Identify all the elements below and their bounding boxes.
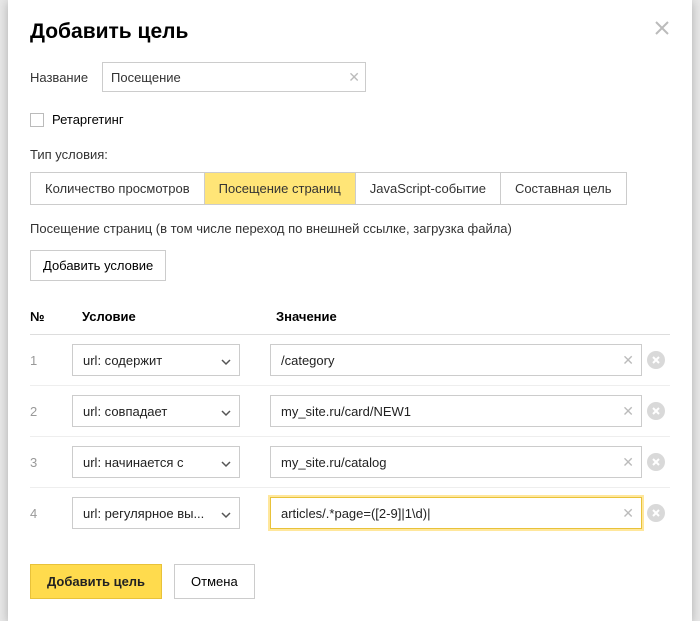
table-row: 4 url: регулярное вы... ✕ <box>30 488 670 539</box>
tab-views[interactable]: Количество просмотров <box>31 173 205 204</box>
tab-pages[interactable]: Посещение страниц <box>205 173 356 204</box>
name-row: Название ✕ <box>30 62 670 92</box>
table-row: 2 url: совпадает ✕ <box>30 386 670 437</box>
retargeting-label: Ретаргетинг <box>52 112 124 127</box>
value-input[interactable] <box>270 497 642 529</box>
chevron-down-icon <box>221 457 231 467</box>
row-number: 2 <box>30 386 72 437</box>
cancel-button[interactable]: Отмена <box>174 564 255 599</box>
col-header-condition: Условие <box>72 309 270 335</box>
value-input[interactable] <box>270 344 642 376</box>
condition-type-select[interactable]: url: регулярное вы... <box>72 497 240 529</box>
col-header-value: Значение <box>270 309 642 335</box>
delete-row-icon[interactable] <box>647 504 665 522</box>
name-input[interactable] <box>102 62 366 92</box>
condition-type-value: url: совпадает <box>83 404 167 419</box>
tab-composite[interactable]: Составная цель <box>501 173 626 204</box>
clear-value-icon[interactable]: ✕ <box>622 404 634 418</box>
condition-type-tabs: Количество просмотров Посещение страниц … <box>30 172 627 205</box>
clear-value-icon[interactable]: ✕ <box>622 353 634 367</box>
chevron-down-icon <box>221 406 231 416</box>
name-label: Название <box>30 70 102 85</box>
condition-type-label: Тип условия: <box>30 147 670 162</box>
condition-type-select[interactable]: url: начинается с <box>72 446 240 478</box>
table-row: 1 url: содержит ✕ <box>30 335 670 386</box>
table-row: 3 url: начинается с ✕ <box>30 437 670 488</box>
retargeting-checkbox[interactable] <box>30 113 44 127</box>
add-condition-button[interactable]: Добавить условие <box>30 250 166 281</box>
clear-value-icon[interactable]: ✕ <box>622 455 634 469</box>
dialog-footer: Добавить цель Отмена <box>30 564 670 599</box>
tab-js-event[interactable]: JavaScript-событие <box>356 173 501 204</box>
delete-row-icon[interactable] <box>647 351 665 369</box>
value-input-wrap: ✕ <box>270 497 642 529</box>
chevron-down-icon <box>221 508 231 518</box>
chevron-down-icon <box>221 355 231 365</box>
clear-name-icon[interactable]: ✕ <box>348 70 360 84</box>
value-input[interactable] <box>270 446 642 478</box>
condition-type-value: url: содержит <box>83 353 162 368</box>
row-number: 1 <box>30 335 72 386</box>
submit-button[interactable]: Добавить цель <box>30 564 162 599</box>
condition-type-select[interactable]: url: совпадает <box>72 395 240 427</box>
add-goal-dialog: Добавить цель Название ✕ Ретаргетинг Тип… <box>8 0 692 621</box>
value-input-wrap: ✕ <box>270 395 642 427</box>
condition-type-value: url: регулярное вы... <box>83 506 204 521</box>
close-icon[interactable] <box>652 18 672 38</box>
clear-value-icon[interactable]: ✕ <box>622 506 634 520</box>
name-input-wrap: ✕ <box>102 62 366 92</box>
value-input-wrap: ✕ <box>270 344 642 376</box>
value-input-wrap: ✕ <box>270 446 642 478</box>
row-number: 3 <box>30 437 72 488</box>
condition-description: Посещение страниц (в том числе переход п… <box>30 221 670 236</box>
dialog-title: Добавить цель <box>30 20 670 44</box>
row-number: 4 <box>30 488 72 539</box>
col-header-num: № <box>30 309 72 335</box>
delete-row-icon[interactable] <box>647 402 665 420</box>
condition-type-select[interactable]: url: содержит <box>72 344 240 376</box>
value-input[interactable] <box>270 395 642 427</box>
retargeting-row: Ретаргетинг <box>30 112 670 127</box>
conditions-table: № Условие Значение 1 url: содержит ✕ 2 url: … <box>30 309 670 538</box>
delete-row-icon[interactable] <box>647 453 665 471</box>
condition-type-value: url: начинается с <box>83 455 184 470</box>
